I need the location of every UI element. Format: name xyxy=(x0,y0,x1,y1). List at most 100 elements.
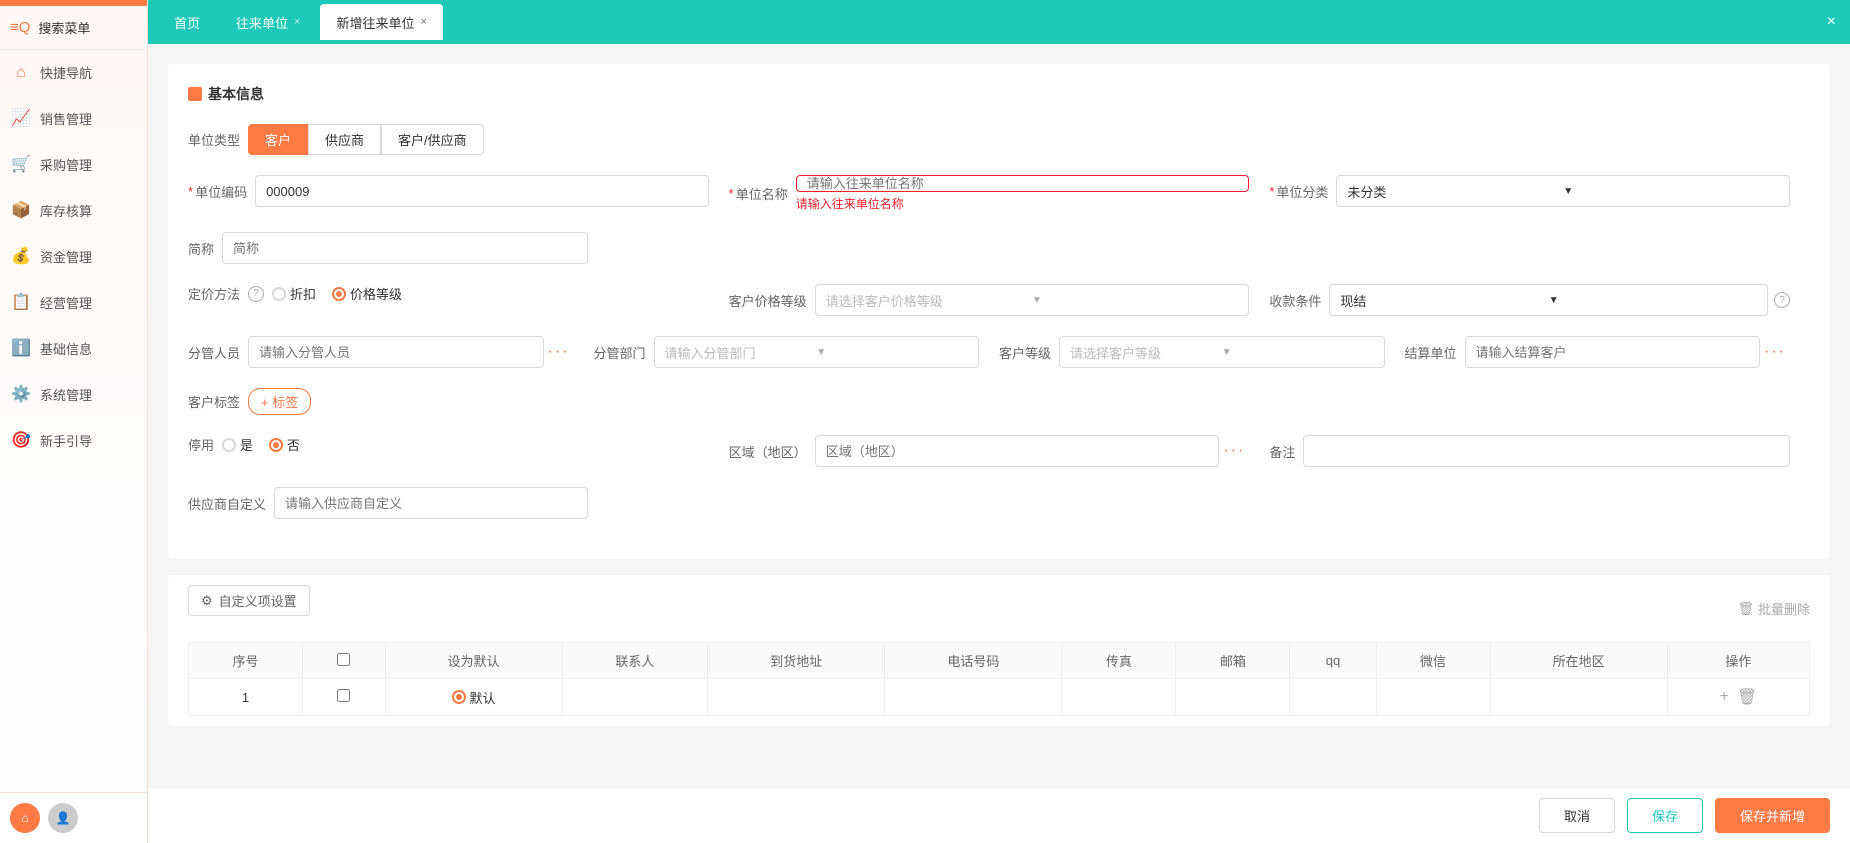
row-select-checkbox[interactable] xyxy=(337,689,350,702)
save-button[interactable]: 保存 xyxy=(1627,798,1703,833)
region-input[interactable] xyxy=(815,435,1220,467)
operations-icon: 📋 xyxy=(10,292,32,312)
row-wechat xyxy=(1376,679,1490,716)
payment-help-icon[interactable]: ? xyxy=(1774,292,1790,308)
disabled-no-dot xyxy=(273,442,279,448)
code-input[interactable] xyxy=(255,175,709,207)
finance-icon: 💰 xyxy=(10,246,32,266)
cancel-button[interactable]: 取消 xyxy=(1539,798,1615,833)
manager-input[interactable] xyxy=(248,336,544,368)
table-header: 序号 设为默认 联系人 到货地址 电话号码 传真 邮箱 qq 微信 所在地区 操… xyxy=(189,643,1810,679)
row-delete-btn[interactable]: 🗑 xyxy=(1737,687,1757,707)
batch-delete-btn[interactable]: 🗑 批量删除 xyxy=(1737,599,1810,618)
pricing-row: 定价方法 ? 折扣 价格等级 xyxy=(188,284,1810,316)
name-input-wrapper: 请输入往来单位名称 xyxy=(796,175,1250,212)
manager-label: 分管人员 xyxy=(188,343,240,362)
payment-select[interactable]: 现结 ▼ xyxy=(1329,284,1768,316)
row-add-btn[interactable]: + xyxy=(1719,688,1728,706)
basic-info-icon: ℹ️ xyxy=(10,338,32,358)
settlement-field: 结算单位 ··· xyxy=(1405,336,1811,368)
sidebar-home-btn[interactable]: ⌂ xyxy=(10,803,40,833)
pricing-help-icon[interactable]: ? xyxy=(248,286,264,302)
manager-field: 分管人员 ··· xyxy=(188,336,594,368)
col-email: 邮箱 xyxy=(1176,643,1290,679)
save-new-button[interactable]: 保存并新增 xyxy=(1715,798,1830,833)
short-name-input[interactable] xyxy=(222,232,588,264)
sidebar: ≡Q 搜索菜单 ⌂ 快捷导航 📈 销售管理 🛒 采购管理 📦 库存核算 💰 资金… xyxy=(0,0,148,843)
tab-bar: 首页 往来单位 × 新增往来单位 × × xyxy=(148,0,1850,44)
search-menu-label: 搜索菜单 xyxy=(38,18,90,37)
tab-bar-close-all[interactable]: × xyxy=(1823,9,1840,35)
supplier-custom-row: 供应商自定义 xyxy=(188,487,1810,519)
tag-add-btn[interactable]: + 标签 xyxy=(248,388,311,415)
sidebar-user-btn[interactable]: 👤 xyxy=(48,803,78,833)
region-more-btn[interactable]: ··· xyxy=(1219,442,1249,460)
category-select[interactable]: 未分类 ▼ xyxy=(1336,175,1790,207)
sidebar-item-basic-info[interactable]: ℹ️ 基础信息 xyxy=(0,325,147,371)
sidebar-item-purchase[interactable]: 🛒 采购管理 xyxy=(0,141,147,187)
tab-partners-close[interactable]: × xyxy=(294,16,300,28)
sidebar-item-guide[interactable]: 🎯 新手引导 xyxy=(0,417,147,463)
payment-label: 收款条件 xyxy=(1269,291,1321,310)
pricing-level-radio[interactable]: 价格等级 xyxy=(332,284,402,303)
unit-type-both[interactable]: 客户/供应商 xyxy=(381,124,484,155)
pricing-discount-radio[interactable]: 折扣 xyxy=(272,284,316,303)
supplier-custom-input[interactable] xyxy=(274,487,588,519)
row-phone xyxy=(885,679,1062,716)
sales-icon: 📈 xyxy=(10,108,32,128)
tab-new-partner-close[interactable]: × xyxy=(420,16,426,28)
disabled-yes-circle xyxy=(222,438,236,452)
sidebar-item-inventory[interactable]: 📦 库存核算 xyxy=(0,187,147,233)
sidebar-item-quick-nav[interactable]: ⌂ 快捷导航 xyxy=(0,50,147,95)
customer-price-arrow-icon: ▼ xyxy=(1032,295,1238,306)
row-default-radio[interactable]: 默认 xyxy=(396,688,552,707)
bottom-bar: 取消 保存 保存并新增 xyxy=(148,787,1850,843)
sidebar-item-system[interactable]: ⚙️ 系统管理 xyxy=(0,371,147,417)
col-fax: 传真 xyxy=(1062,643,1176,679)
unit-type-customer[interactable]: 客户 xyxy=(248,124,308,155)
sidebar-item-label: 新手引导 xyxy=(40,431,92,450)
select-all-checkbox[interactable] xyxy=(337,653,350,666)
department-select[interactable]: 请输入分管部门 ▼ xyxy=(654,336,979,368)
payment-field: 收款条件 现结 ▼ ? xyxy=(1269,284,1810,316)
row-action-group: + 🗑 xyxy=(1678,687,1799,707)
unit-type-supplier[interactable]: 供应商 xyxy=(308,124,381,155)
search-menu-item[interactable]: ≡Q 搜索菜单 xyxy=(0,6,147,50)
tab-new-partner[interactable]: 新增往来单位 × xyxy=(320,4,442,40)
sidebar-item-operations[interactable]: 📋 经营管理 xyxy=(0,279,147,325)
short-name-field: 简称 xyxy=(188,232,608,264)
name-input[interactable] xyxy=(796,175,1250,192)
sidebar-item-label: 经营管理 xyxy=(40,293,92,312)
tab-home[interactable]: 首页 xyxy=(158,4,216,40)
tab-partners[interactable]: 往来单位 × xyxy=(220,4,316,40)
settlement-label: 结算单位 xyxy=(1405,343,1457,362)
disabled-no-radio[interactable]: 否 xyxy=(269,435,300,454)
category-arrow-icon: ▼ xyxy=(1563,186,1779,197)
sidebar-item-label: 基础信息 xyxy=(40,339,92,358)
customer-price-select[interactable]: 请选择客户价格等级 ▼ xyxy=(815,284,1250,316)
disabled-yes-radio[interactable]: 是 xyxy=(222,435,253,454)
manager-more-btn[interactable]: ··· xyxy=(544,343,574,361)
sidebar-item-finance[interactable]: 💰 资金管理 xyxy=(0,233,147,279)
short-name-row: 简称 xyxy=(188,232,1810,264)
main-content: 首页 往来单位 × 新增往来单位 × × 基本信息 单位类型 客户 xyxy=(148,0,1850,843)
sidebar-item-label: 采购管理 xyxy=(40,155,92,174)
pricing-level-circle xyxy=(332,287,346,301)
manager-row: 分管人员 ··· 分管部门 请输入分管部门 ▼ 客户等级 请选择客户等级 ▼ xyxy=(188,336,1810,368)
row-checkbox xyxy=(303,679,385,716)
code-label: 单位编码 xyxy=(195,182,247,201)
custom-settings-btn[interactable]: ⚙ 自定义项设置 xyxy=(188,585,310,616)
category-field: * 单位分类 未分类 ▼ xyxy=(1269,175,1810,207)
col-default: 设为默认 xyxy=(385,643,562,679)
basic-info-card: 基本信息 单位类型 客户 供应商 客户/供应商 * 单位编码 xyxy=(168,64,1830,559)
remark-input[interactable] xyxy=(1303,435,1790,467)
customer-level-select[interactable]: 请选择客户等级 ▼ xyxy=(1059,336,1384,368)
disabled-field: 停用 是 否 xyxy=(188,435,729,454)
sidebar-item-sales[interactable]: 📈 销售管理 xyxy=(0,95,147,141)
settlement-input[interactable] xyxy=(1465,336,1761,368)
row-address xyxy=(708,679,885,716)
section-icon xyxy=(188,87,202,101)
pricing-discount-circle xyxy=(272,287,286,301)
settlement-more-btn[interactable]: ··· xyxy=(1760,343,1790,361)
table-row: 1 默认 xyxy=(189,679,1810,716)
